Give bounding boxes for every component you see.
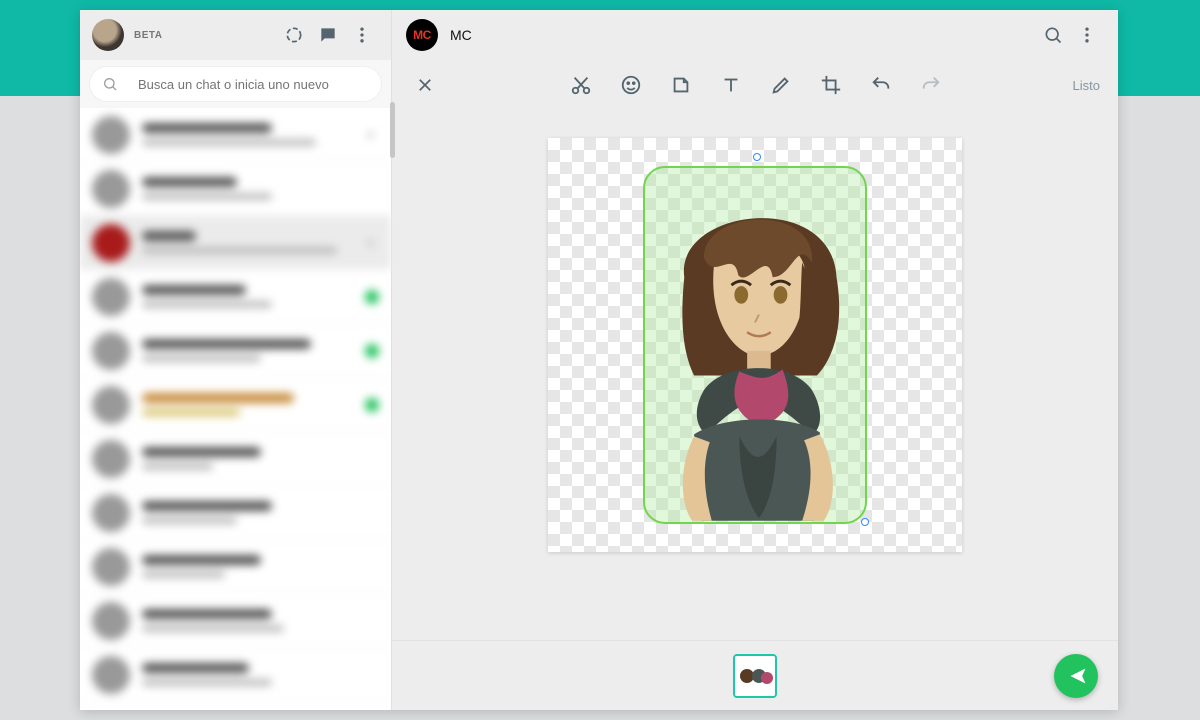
list-item[interactable]: [80, 486, 391, 540]
list-item[interactable]: [80, 216, 391, 270]
my-avatar[interactable]: [92, 19, 124, 51]
chat-list[interactable]: [80, 108, 391, 710]
search-icon: [102, 76, 118, 92]
list-item[interactable]: [80, 378, 391, 432]
list-item[interactable]: [80, 702, 391, 710]
send-button[interactable]: [1054, 654, 1098, 698]
image-selection[interactable]: [643, 166, 867, 524]
menu-icon[interactable]: [1070, 18, 1104, 52]
redo-icon: [917, 71, 945, 99]
search-icon[interactable]: [1036, 18, 1070, 52]
list-item[interactable]: [80, 324, 391, 378]
contact-avatar[interactable]: MC: [406, 19, 438, 51]
status-icon[interactable]: [277, 18, 311, 52]
sticker-icon[interactable]: [667, 71, 695, 99]
unread-badge: [365, 344, 379, 358]
crop-icon[interactable]: [817, 71, 845, 99]
main-panel: MC MC: [392, 10, 1118, 710]
list-item[interactable]: [80, 108, 391, 162]
text-icon[interactable]: [717, 71, 745, 99]
selected-image: [645, 168, 865, 522]
app-window: BETA: [80, 10, 1118, 710]
editor-canvas[interactable]: [548, 138, 962, 552]
selection-handle-top[interactable]: [753, 153, 761, 161]
list-item[interactable]: [80, 270, 391, 324]
contact-name: MC: [450, 27, 472, 43]
unread-badge: [365, 290, 379, 304]
draw-icon[interactable]: [767, 71, 795, 99]
sidebar-header: BETA: [80, 10, 391, 60]
close-icon[interactable]: [410, 70, 440, 100]
list-item[interactable]: [80, 432, 391, 486]
editor-canvas-area: [392, 110, 1118, 640]
muted-icon: [365, 128, 379, 142]
attachment-tray: [392, 640, 1118, 710]
list-item[interactable]: [80, 594, 391, 648]
search-box[interactable]: [90, 67, 381, 101]
beta-badge: BETA: [134, 30, 162, 41]
list-item[interactable]: [80, 540, 391, 594]
search-input[interactable]: [138, 77, 369, 92]
list-item[interactable]: [80, 162, 391, 216]
search-bar: [80, 60, 391, 108]
selection-handle-bottom-right[interactable]: [861, 518, 869, 526]
emoji-icon[interactable]: [617, 71, 645, 99]
list-item[interactable]: [80, 648, 391, 702]
cut-icon[interactable]: [567, 71, 595, 99]
sidebar: BETA: [80, 10, 392, 710]
muted-icon: [365, 236, 379, 250]
done-button[interactable]: Listo: [1073, 78, 1100, 93]
unread-badge: [365, 398, 379, 412]
menu-icon[interactable]: [345, 18, 379, 52]
editor-toolbar: Listo: [392, 60, 1118, 110]
chat-header[interactable]: MC MC: [392, 10, 1118, 60]
new-chat-icon[interactable]: [311, 18, 345, 52]
undo-icon[interactable]: [867, 71, 895, 99]
image-thumbnail[interactable]: [733, 654, 777, 698]
send-icon: [1068, 666, 1088, 686]
